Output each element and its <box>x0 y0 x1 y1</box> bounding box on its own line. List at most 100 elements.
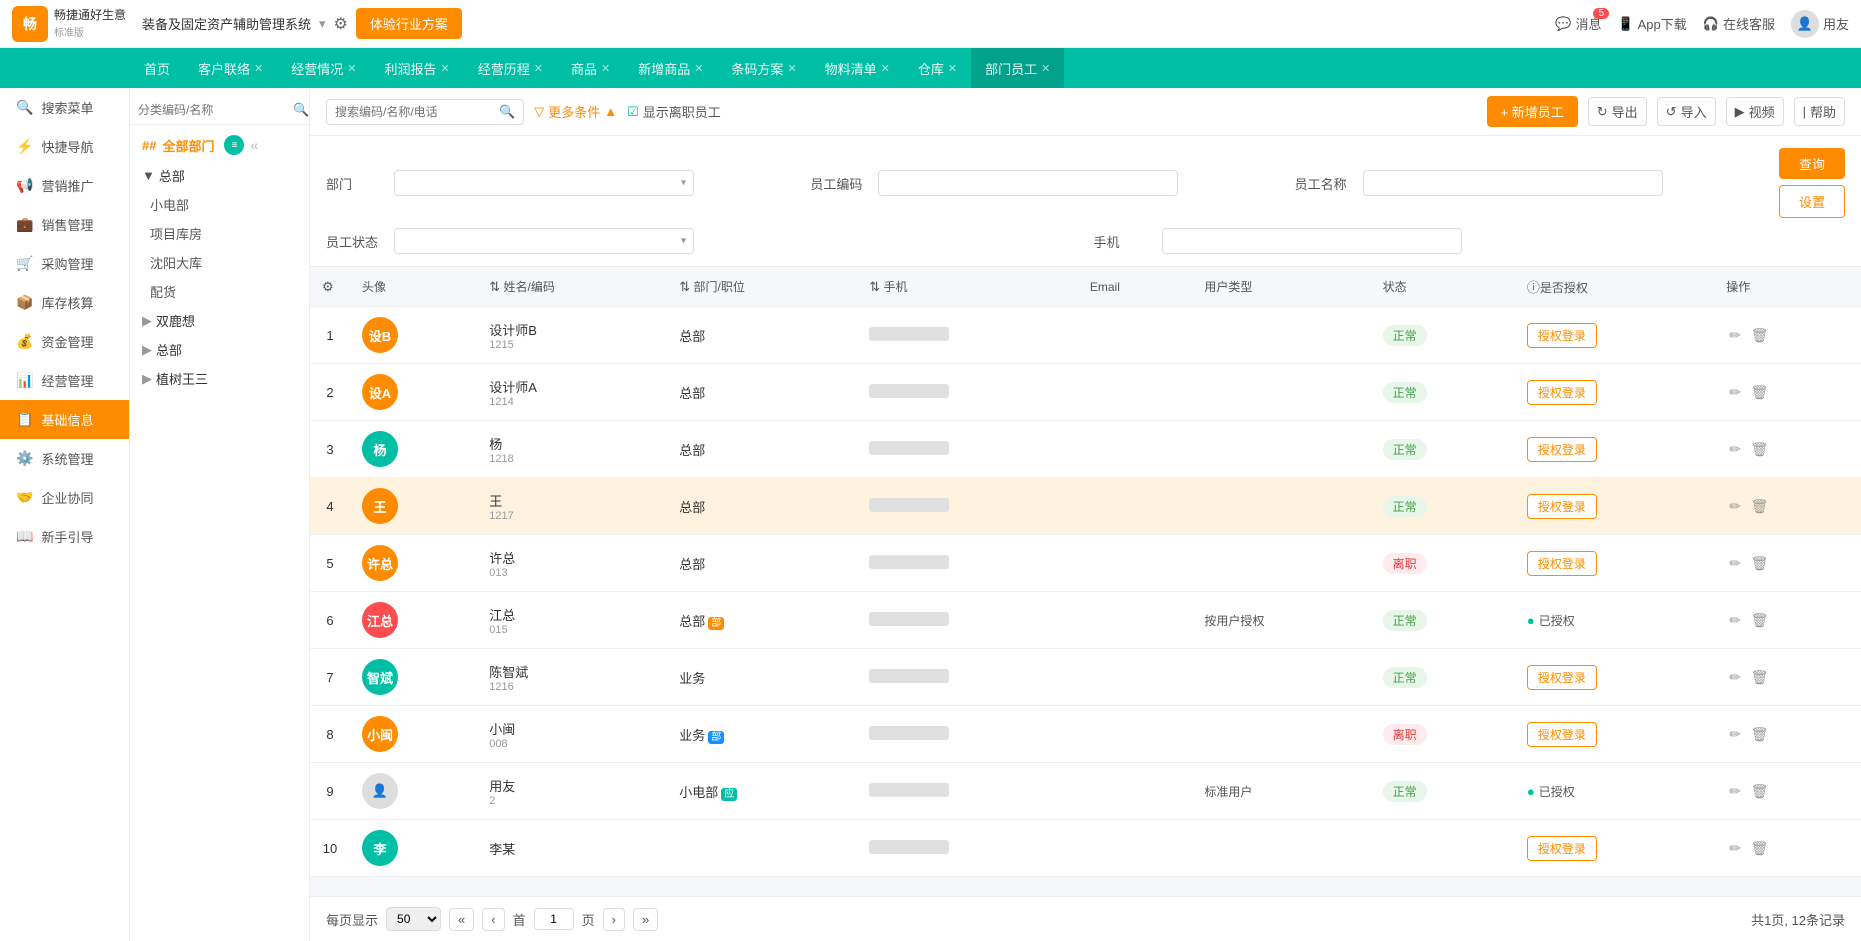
search-input[interactable] <box>335 105 495 119</box>
nav-history[interactable]: 经营历程 ✕ <box>464 48 557 88</box>
status-select[interactable] <box>394 228 694 254</box>
nav-new-product[interactable]: 新增商品 ✕ <box>624 48 717 88</box>
phone-input[interactable] <box>1162 228 1462 254</box>
help-button[interactable]: | 帮助 <box>1794 97 1845 126</box>
export-button[interactable]: ↻ 导出 <box>1588 97 1647 126</box>
delete-button[interactable]: 🗑 <box>1751 498 1769 514</box>
sidebar-item-search[interactable]: 🔍 搜索菜单 <box>0 88 129 127</box>
close-icon[interactable]: ✕ <box>1041 62 1050 75</box>
edit-button[interactable]: ✏ <box>1729 555 1741 571</box>
sort-icon[interactable]: ⇅ <box>679 279 690 294</box>
close-icon[interactable]: ✕ <box>441 62 450 75</box>
edit-button[interactable]: ✏ <box>1729 726 1741 742</box>
nav-product[interactable]: 商品 ✕ <box>557 48 624 88</box>
delete-button[interactable]: 🗑 <box>1751 555 1769 571</box>
sidebar-item-operation[interactable]: 📊 经营管理 <box>0 361 129 400</box>
sort-icon[interactable]: ⇅ <box>489 279 500 294</box>
close-icon[interactable]: ✕ <box>948 62 957 75</box>
dept-group-general[interactable]: ▼ 总部 <box>130 161 309 190</box>
auth-button[interactable]: 授权登录 <box>1527 836 1597 861</box>
auth-button[interactable]: 授权登录 <box>1527 437 1597 462</box>
sidebar-item-system[interactable]: ⚙️ 系统管理 <box>0 439 129 478</box>
delete-button[interactable]: 🗑 <box>1751 441 1769 457</box>
dept-item-distribution[interactable]: 配货 <box>130 277 309 306</box>
set-button[interactable]: 设置 <box>1779 185 1845 218</box>
gear-icon[interactable]: ⚙ <box>334 14 348 34</box>
delete-button[interactable]: 🗑 <box>1751 612 1769 628</box>
show-resigned-toggle[interactable]: ☑ 显示离职员工 <box>627 102 721 121</box>
auth-button[interactable]: 授权登录 <box>1527 494 1597 519</box>
auth-button[interactable]: 授权登录 <box>1527 665 1597 690</box>
edit-button[interactable]: ✏ <box>1729 612 1741 628</box>
nav-barcode[interactable]: 条码方案 ✕ <box>717 48 810 88</box>
delete-button[interactable]: 🗑 <box>1751 726 1769 742</box>
collapse-button[interactable]: ≡ <box>224 135 244 155</box>
emp-code-input[interactable] <box>878 170 1178 196</box>
close-icon[interactable]: ✕ <box>534 62 543 75</box>
dept-item-shenyang[interactable]: 沈阳大库 <box>130 248 309 277</box>
dept-all[interactable]: ## 全部部门 ≡ « <box>130 129 309 161</box>
query-button[interactable]: 查询 <box>1779 148 1845 179</box>
sidebar-item-quick-nav[interactable]: ⚡ 快捷导航 <box>0 127 129 166</box>
dept-item-project-room[interactable]: 项目库房 <box>130 219 309 248</box>
nav-bom[interactable]: 物料清单 ✕ <box>811 48 904 88</box>
sidebar-item-purchase[interactable]: 🛒 采购管理 <box>0 244 129 283</box>
emp-name-input[interactable] <box>1363 170 1663 196</box>
edit-button[interactable]: ✏ <box>1729 669 1741 685</box>
page-size-select[interactable]: 50 100 <box>386 907 441 931</box>
sidebar-item-cooperation[interactable]: 🤝 企业协同 <box>0 478 129 517</box>
close-icon[interactable]: ✕ <box>881 62 890 75</box>
view-button[interactable]: ▶ 视频 <box>1726 97 1784 126</box>
nav-warehouse[interactable]: 仓库 ✕ <box>904 48 971 88</box>
prev-page-button[interactable]: ‹ <box>482 908 504 931</box>
app-download-button[interactable]: 📱 App下载 <box>1617 14 1686 33</box>
nav-customer[interactable]: 客户联络 ✕ <box>184 48 277 88</box>
delete-button[interactable]: 🗑 <box>1751 327 1769 343</box>
auth-button[interactable]: 授权登录 <box>1527 551 1597 576</box>
dept-select[interactable] <box>394 170 694 196</box>
nav-department[interactable]: 部门员工 ✕ <box>971 48 1064 88</box>
auth-button[interactable]: 授权登录 <box>1527 323 1597 348</box>
import-button[interactable]: ↺ 导入 <box>1657 97 1716 126</box>
delete-button[interactable]: 🗑 <box>1751 783 1769 799</box>
add-employee-button[interactable]: + 新增员工 <box>1487 96 1578 127</box>
current-page-input[interactable] <box>534 908 574 930</box>
close-icon[interactable]: ✕ <box>601 62 610 75</box>
next-page-button[interactable]: › <box>603 908 625 931</box>
close-icon[interactable]: ✕ <box>254 62 263 75</box>
nav-profit[interactable]: 利润报告 ✕ <box>370 48 463 88</box>
sidebar-item-inventory[interactable]: 📦 库存核算 <box>0 283 129 322</box>
delete-button[interactable]: 🗑 <box>1751 669 1769 685</box>
auth-button[interactable]: 授权登录 <box>1527 722 1597 747</box>
dept-search-input[interactable] <box>138 103 293 117</box>
edit-button[interactable]: ✏ <box>1729 498 1741 514</box>
nav-business[interactable]: 经营情况 ✕ <box>277 48 370 88</box>
sort-icon[interactable]: ⇅ <box>869 279 880 294</box>
user-area[interactable]: 👤 用友 <box>1791 10 1849 38</box>
collapse-icon[interactable]: « <box>250 137 258 153</box>
sidebar-item-marketing[interactable]: 📢 营销推广 <box>0 166 129 205</box>
more-conditions-button[interactable]: ▽ 更多条件 ▲ <box>534 102 617 121</box>
delete-button[interactable]: 🗑 <box>1751 840 1769 856</box>
nav-home[interactable]: 首页 <box>130 48 184 88</box>
close-icon[interactable]: ✕ <box>694 62 703 75</box>
last-page-button[interactable]: » <box>633 908 658 931</box>
edit-button[interactable]: ✏ <box>1729 783 1741 799</box>
sidebar-item-finance[interactable]: 💰 资金管理 <box>0 322 129 361</box>
delete-button[interactable]: 🗑 <box>1751 384 1769 400</box>
edit-button[interactable]: ✏ <box>1729 441 1741 457</box>
dropdown-arrow-icon[interactable]: ▾ <box>319 16 326 32</box>
dept-group-zhishu[interactable]: ▶ 植树王三 <box>130 364 309 393</box>
sidebar-item-sales[interactable]: 💼 销售管理 <box>0 205 129 244</box>
dept-item-small-elec[interactable]: 小电部 <box>130 190 309 219</box>
close-icon[interactable]: ✕ <box>347 62 356 75</box>
sidebar-item-basic-info[interactable]: 📋 基础信息 <box>0 400 129 439</box>
first-page-button[interactable]: « <box>449 908 474 931</box>
sidebar-item-guide[interactable]: 📖 新手引导 <box>0 517 129 556</box>
trial-button[interactable]: 体验行业方案 <box>356 8 462 39</box>
edit-button[interactable]: ✏ <box>1729 840 1741 856</box>
close-icon[interactable]: ✕ <box>787 62 796 75</box>
edit-button[interactable]: ✏ <box>1729 384 1741 400</box>
message-button[interactable]: 💬 消息 5 <box>1555 14 1601 33</box>
auth-button[interactable]: 授权登录 <box>1527 380 1597 405</box>
